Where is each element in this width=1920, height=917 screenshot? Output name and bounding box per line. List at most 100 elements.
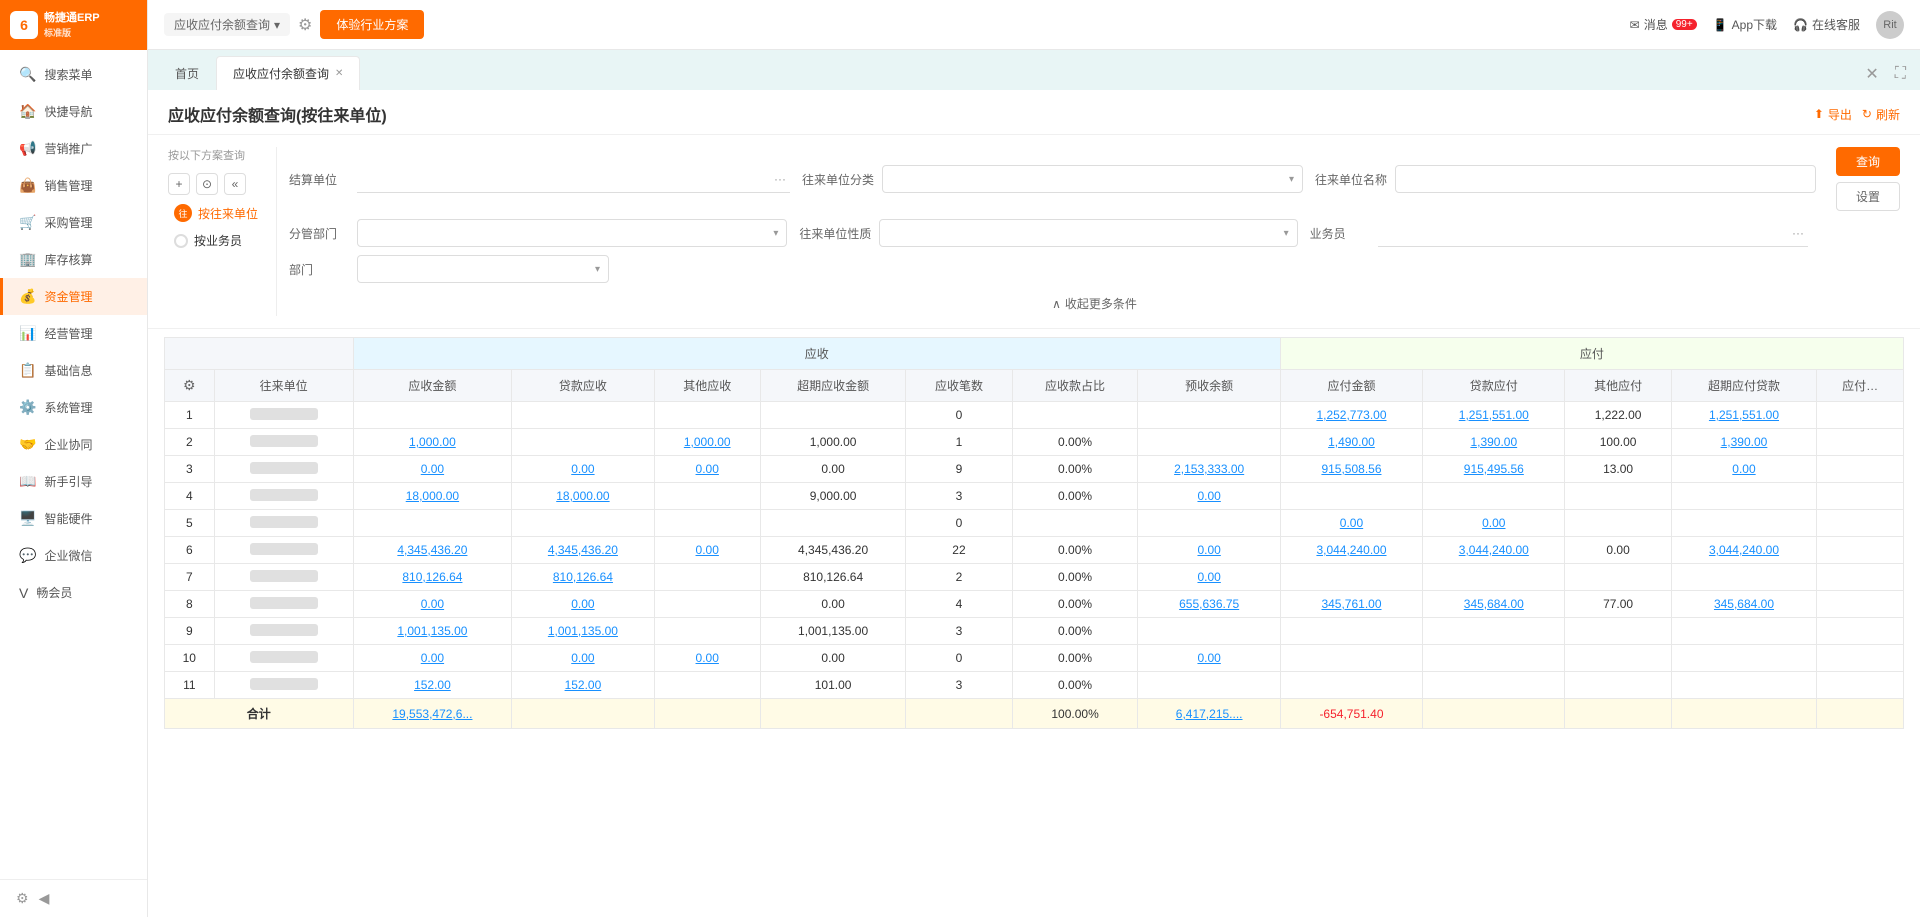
- table-cell[interactable]: 4,345,436.20: [512, 537, 654, 564]
- table-cell[interactable]: 0.00: [1280, 510, 1422, 537]
- staff-input[interactable]: ···: [1378, 219, 1808, 247]
- tab-expand-icon[interactable]: ⛶: [1891, 63, 1910, 85]
- table-cell: [1817, 429, 1904, 456]
- sidebar-item-operations[interactable]: 📊 经营管理: [0, 315, 147, 352]
- messages-button[interactable]: ✉ 消息 99+: [1630, 16, 1697, 33]
- table-cell[interactable]: 0.00: [1138, 645, 1280, 672]
- table-row: 11████████152.00152.00101.0030.00%: [165, 672, 1904, 699]
- table-cell[interactable]: 0.00: [1423, 510, 1565, 537]
- option-by-staff[interactable]: 按业务员: [168, 229, 264, 252]
- dept-select[interactable]: ▾: [357, 219, 787, 247]
- sidebar-item-inventory[interactable]: 🏢 库存核算: [0, 241, 147, 278]
- home-icon: 🏠: [19, 103, 36, 120]
- footer-settings-icon[interactable]: ⚙: [16, 890, 29, 907]
- sidebar-item-collab[interactable]: 🤝 企业协同: [0, 426, 147, 463]
- table-cell[interactable]: 3,044,240.00: [1423, 537, 1565, 564]
- table-cell[interactable]: 0.00: [512, 591, 654, 618]
- sidebar-item-sales[interactable]: 👜 销售管理: [0, 167, 147, 204]
- table-cell[interactable]: 0.00: [654, 456, 760, 483]
- collapse-button[interactable]: ∧ 收起更多条件: [289, 291, 1900, 316]
- table-cell[interactable]: 810,126.64: [512, 564, 654, 591]
- table-cell[interactable]: 4,345,436.20: [353, 537, 512, 564]
- table-cell[interactable]: 915,508.56: [1280, 456, 1422, 483]
- table-cell[interactable]: 3,044,240.00: [1671, 537, 1817, 564]
- sidebar-item-basic[interactable]: 📋 基础信息: [0, 352, 147, 389]
- table-cell[interactable]: 0.00: [1138, 483, 1280, 510]
- sidebar-item-vip[interactable]: V 畅会员: [0, 574, 147, 611]
- table-cell[interactable]: 345,761.00: [1280, 591, 1422, 618]
- tab-ar-ap[interactable]: 应收应付余额查询 ✕: [216, 56, 360, 90]
- table-cell[interactable]: 0.00: [654, 537, 760, 564]
- add-scheme-button[interactable]: +: [168, 173, 190, 195]
- sidebar-item-hardware[interactable]: 🖥️ 智能硬件: [0, 500, 147, 537]
- table-cell: 0.00%: [1012, 618, 1138, 645]
- table-cell[interactable]: 18,000.00: [353, 483, 512, 510]
- table-cell[interactable]: 1,490.00: [1280, 429, 1422, 456]
- table-cell[interactable]: 3,044,240.00: [1280, 537, 1422, 564]
- table-cell: 0.00: [760, 591, 906, 618]
- sidebar-item-purchase[interactable]: 🛒 采购管理: [0, 204, 147, 241]
- table-cell[interactable]: 345,684.00: [1423, 591, 1565, 618]
- department-select[interactable]: ▾: [357, 255, 609, 283]
- total-ar-amount[interactable]: 19,553,472,6...: [353, 699, 512, 729]
- edit-scheme-button[interactable]: ⊙: [196, 173, 218, 195]
- export-button[interactable]: ⬆ 导出: [1814, 106, 1852, 123]
- sidebar-item-system[interactable]: ⚙️ 系统管理: [0, 389, 147, 426]
- unit-name-input[interactable]: [1395, 165, 1816, 193]
- app-download-button[interactable]: 📱 App下载: [1713, 16, 1777, 33]
- settlement-unit-input[interactable]: ···: [357, 165, 790, 193]
- table-cell[interactable]: 152.00: [353, 672, 512, 699]
- table-cell[interactable]: 1,000.00: [353, 429, 512, 456]
- table-cell[interactable]: 345,684.00: [1671, 591, 1817, 618]
- table-cell[interactable]: 0.00: [1671, 456, 1817, 483]
- query-button[interactable]: 查询: [1836, 147, 1900, 176]
- sidebar-item-quick-nav[interactable]: 🏠 快捷导航: [0, 93, 147, 130]
- table-cell[interactable]: 810,126.64: [353, 564, 512, 591]
- table-cell[interactable]: 0.00: [353, 591, 512, 618]
- table-cell[interactable]: 915,495.56: [1423, 456, 1565, 483]
- tab-close-icon[interactable]: ✕: [335, 68, 343, 79]
- table-cell[interactable]: 0.00: [512, 456, 654, 483]
- table-cell[interactable]: 0.00: [353, 456, 512, 483]
- setting-button[interactable]: 设置: [1836, 182, 1900, 211]
- table-cell[interactable]: 152.00: [512, 672, 654, 699]
- avatar[interactable]: Rit: [1876, 11, 1904, 39]
- refresh-button[interactable]: ↻ 刷新: [1862, 106, 1900, 123]
- option-by-unit[interactable]: 往 按往来单位: [168, 201, 264, 225]
- more-scheme-button[interactable]: «: [224, 173, 246, 195]
- sidebar-item-search[interactable]: 🔍 搜索菜单: [0, 56, 147, 93]
- tab-home[interactable]: 首页: [158, 56, 216, 90]
- unit-category-select[interactable]: ▾: [882, 165, 1303, 193]
- table-cell[interactable]: 1,251,551.00: [1671, 402, 1817, 429]
- table-cell[interactable]: 1,000.00: [654, 429, 760, 456]
- system-icon: ⚙️: [19, 399, 36, 416]
- table-cell[interactable]: 1,252,773.00: [1280, 402, 1422, 429]
- table-cell[interactable]: 0.00: [353, 645, 512, 672]
- table-cell[interactable]: 655,636.75: [1138, 591, 1280, 618]
- table-cell[interactable]: 0.00: [1138, 537, 1280, 564]
- table-cell[interactable]: 0.00: [512, 645, 654, 672]
- gear-settings-icon[interactable]: ⚙: [298, 15, 312, 35]
- sidebar-item-marketing[interactable]: 📢 营销推广: [0, 130, 147, 167]
- sidebar-item-guide[interactable]: 📖 新手引导: [0, 463, 147, 500]
- table-cell[interactable]: 1,001,135.00: [512, 618, 654, 645]
- table-cell[interactable]: 18,000.00: [512, 483, 654, 510]
- table-cell[interactable]: 0.00: [654, 645, 760, 672]
- tab-close-window-icon[interactable]: ✕: [1861, 62, 1882, 86]
- table-cell[interactable]: 1,251,551.00: [1423, 402, 1565, 429]
- table-cell[interactable]: 2,153,333.00: [1138, 456, 1280, 483]
- online-service-button[interactable]: 🎧 在线客服: [1793, 16, 1860, 33]
- table-cell[interactable]: 1,390.00: [1671, 429, 1817, 456]
- logo-badge: 标准版: [44, 26, 100, 39]
- sidebar-item-finance[interactable]: 💰 资金管理: [0, 278, 147, 315]
- table-cell[interactable]: 1,390.00: [1423, 429, 1565, 456]
- sidebar-item-wechat[interactable]: 💬 企业微信: [0, 537, 147, 574]
- solution-button[interactable]: 体验行业方案: [320, 10, 424, 39]
- table-cell[interactable]: 1,001,135.00: [353, 618, 512, 645]
- total-prepaid[interactable]: 6,417,215....: [1138, 699, 1280, 729]
- footer-collapse-icon[interactable]: ◀: [39, 890, 50, 907]
- table-cell: [1280, 564, 1422, 591]
- table-gear-icon[interactable]: ⚙: [183, 377, 196, 393]
- unit-nature-select[interactable]: ▾: [879, 219, 1297, 247]
- table-cell[interactable]: 0.00: [1138, 564, 1280, 591]
